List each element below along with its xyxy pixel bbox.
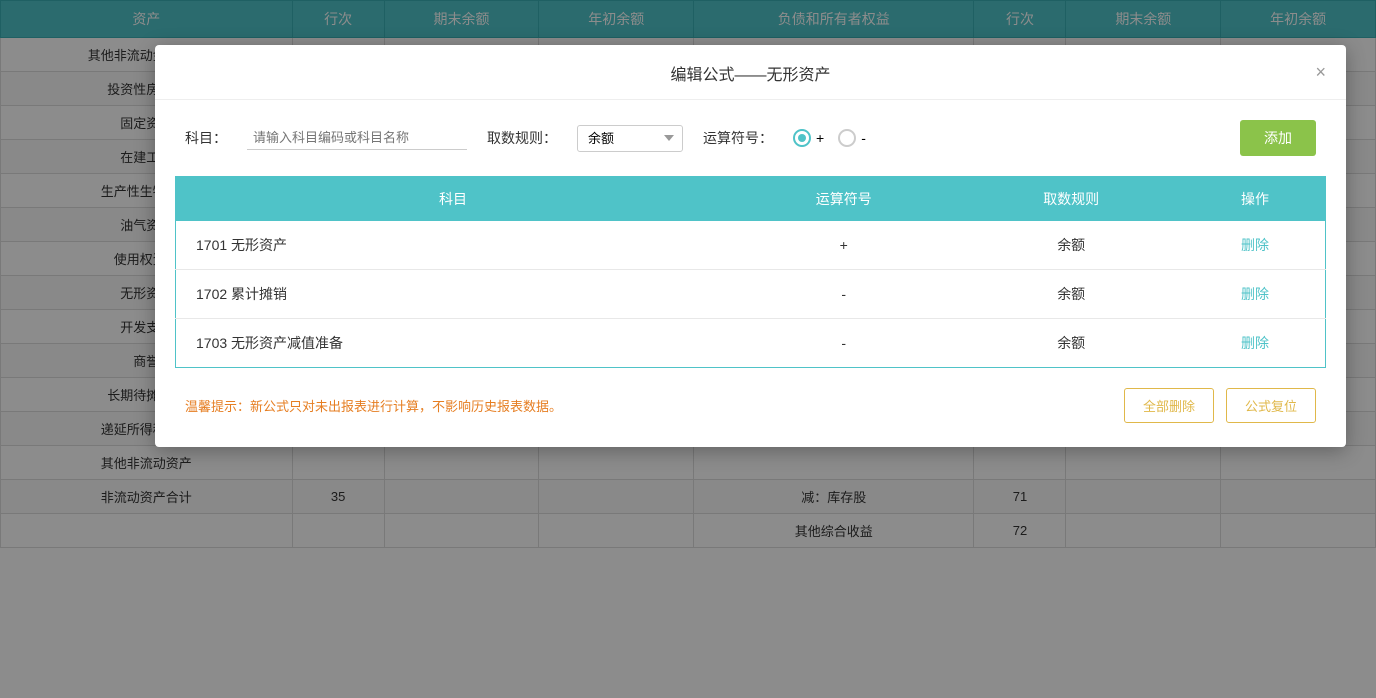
reset-formula-button[interactable]: 公式复位 xyxy=(1226,388,1316,423)
formula-row: 1703 无形资产减值准备-余额 删除 xyxy=(176,319,1326,368)
rule-select[interactable]: 余额借方发生额贷方发生额 xyxy=(577,125,683,152)
hint-text: 温馨提示：新公式只对未出报表进行计算，不影响历史报表数据。 xyxy=(185,396,562,415)
delete-row-2-button[interactable]: 删除 xyxy=(1241,335,1269,351)
rule-label: 取数规则： xyxy=(487,128,557,148)
operator-minus-label: - xyxy=(861,130,866,146)
operator-radio-group: + - xyxy=(793,129,866,147)
formula-operator: - xyxy=(730,270,957,319)
formula-rule: 余额 xyxy=(957,221,1184,270)
radio-plus-circle xyxy=(793,129,811,147)
formula-operator: - xyxy=(730,319,957,368)
footer-buttons: 全部删除 公式复位 xyxy=(1124,388,1316,423)
formula-row: 1701 无形资产+余额 删除 xyxy=(176,221,1326,270)
edit-formula-modal: 编辑公式——无形资产 × 科目： 取数规则： 余额借方发生额贷方发生额 运算符号… xyxy=(155,45,1346,447)
formula-table-wrap: 科目 运算符号 取数规则 操作 1701 无形资产+余额删除1702 累计摊销-… xyxy=(175,176,1326,368)
formula-subject: 1702 累计摊销 xyxy=(176,270,731,319)
form-row: 科目： 取数规则： 余额借方发生额贷方发生额 运算符号： + - 添加 xyxy=(155,100,1346,176)
formula-rule: 余额 xyxy=(957,270,1184,319)
operator-plus-label: + xyxy=(816,130,824,146)
formula-action: 删除 xyxy=(1185,319,1326,368)
modal-title: 编辑公式——无形资产 xyxy=(670,61,830,85)
delete-row-0-button[interactable]: 删除 xyxy=(1241,237,1269,253)
formula-rule: 余额 xyxy=(957,319,1184,368)
subject-input[interactable] xyxy=(247,126,467,150)
table-header-operator: 运算符号 xyxy=(730,177,957,222)
formula-operator: + xyxy=(730,221,957,270)
table-header-rule: 取数规则 xyxy=(957,177,1184,222)
subject-label: 科目： xyxy=(185,128,227,148)
operator-label: 运算符号： xyxy=(703,128,773,148)
table-header-subject: 科目 xyxy=(176,177,731,222)
radio-minus-circle xyxy=(838,129,856,147)
formula-row: 1702 累计摊销-余额 删除 xyxy=(176,270,1326,319)
formula-table: 科目 运算符号 取数规则 操作 1701 无形资产+余额删除1702 累计摊销-… xyxy=(175,176,1326,368)
formula-subject: 1703 无形资产减值准备 xyxy=(176,319,731,368)
modal-close-button[interactable]: × xyxy=(1311,59,1330,85)
formula-action: 删除 xyxy=(1185,270,1326,319)
modal-footer: 温馨提示：新公式只对未出报表进行计算，不影响历史报表数据。 全部删除 公式复位 xyxy=(155,368,1346,423)
modal-header: 编辑公式——无形资产 × xyxy=(155,45,1346,100)
rule-select-wrap: 余额借方发生额贷方发生额 xyxy=(577,125,683,152)
formula-action: 删除 xyxy=(1185,221,1326,270)
formula-subject: 1701 无形资产 xyxy=(176,221,731,270)
table-header-action: 操作 xyxy=(1185,177,1326,222)
delete-row-1-button[interactable]: 删除 xyxy=(1241,286,1269,302)
add-button[interactable]: 添加 xyxy=(1240,120,1316,156)
operator-plus-radio[interactable]: + xyxy=(793,129,824,147)
operator-minus-radio[interactable]: - xyxy=(838,129,866,147)
delete-all-button[interactable]: 全部删除 xyxy=(1124,388,1214,423)
